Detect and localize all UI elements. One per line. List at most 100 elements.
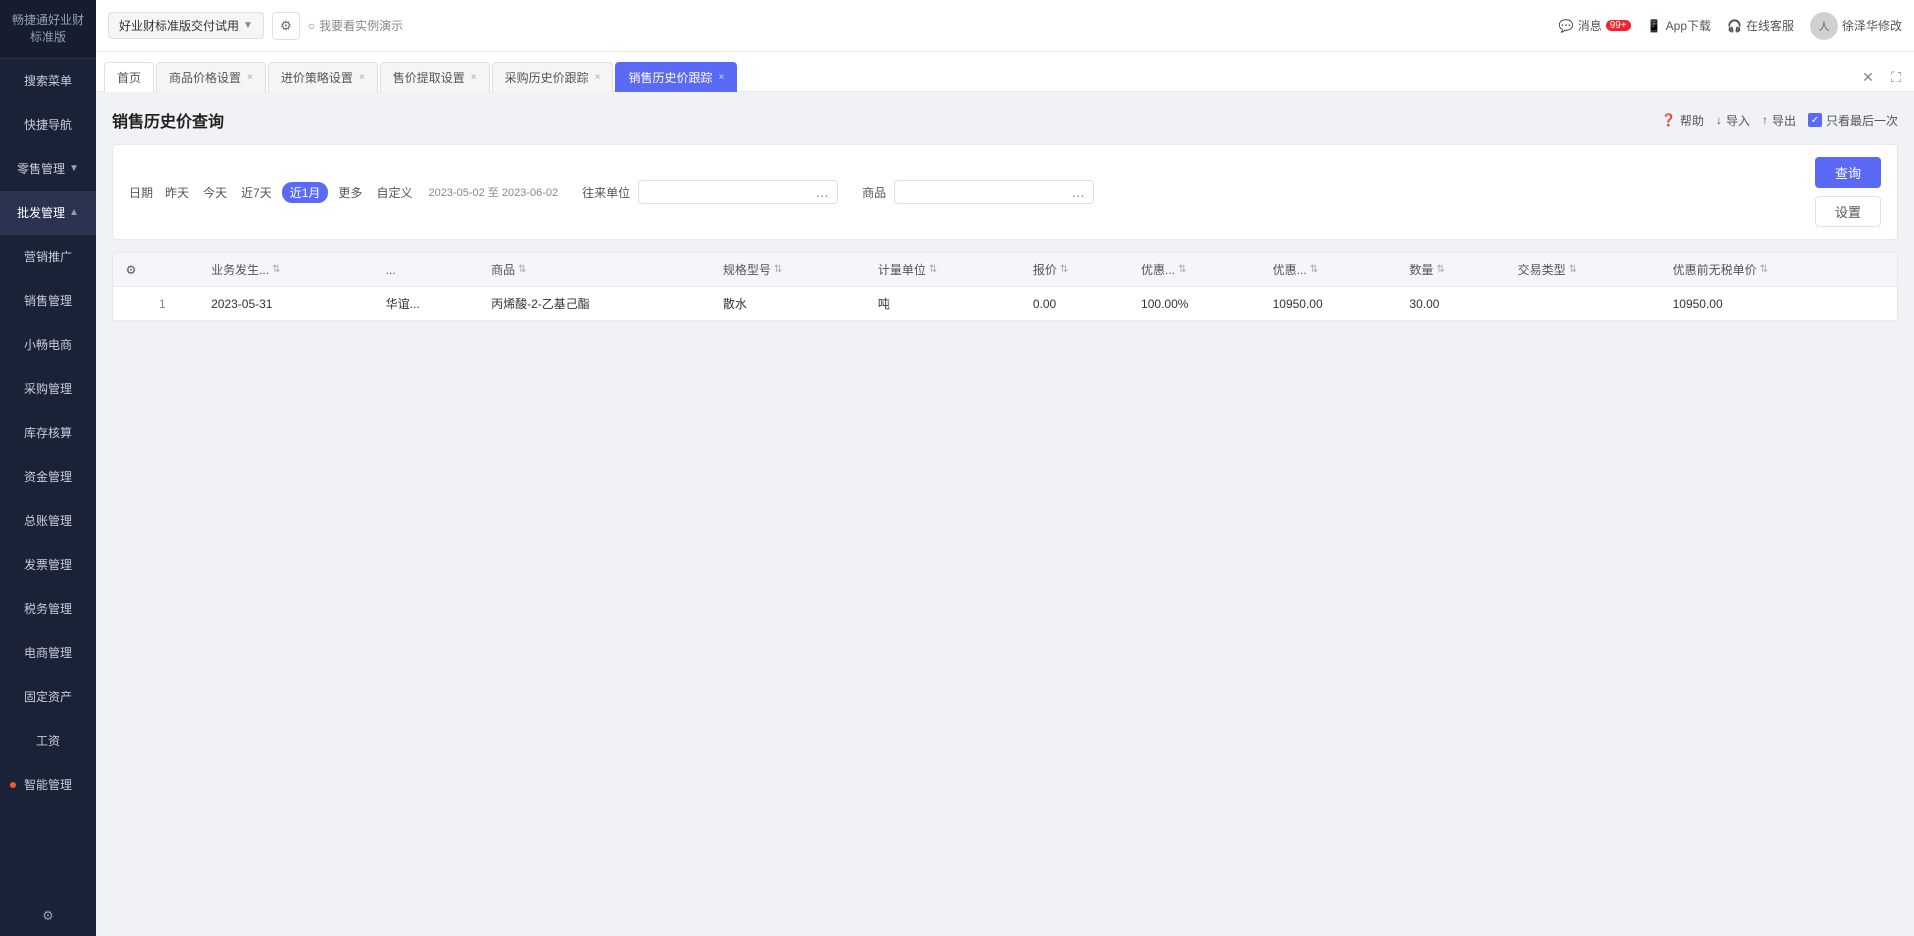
th-unit[interactable]: 计量单位 ⇅ <box>868 253 1023 287</box>
th-more[interactable]: ... <box>376 253 481 287</box>
th-discount-pct[interactable]: 优惠... ⇅ <box>1131 253 1263 287</box>
th-pre-tax-price[interactable]: 优惠前无税单价 ⇅ <box>1663 253 1897 287</box>
th-discount-amt[interactable]: 优惠... ⇅ <box>1263 253 1400 287</box>
sidebar-item-inventory[interactable]: 库存核算 <box>0 411 96 455</box>
sidebar-item-ecommerce[interactable]: 小畅电商 <box>0 323 96 367</box>
topbar-settings-button[interactable]: ⚙ <box>272 12 300 40</box>
sort-icon: ⇅ <box>774 264 782 275</box>
th-qty[interactable]: 数量 ⇅ <box>1399 253 1507 287</box>
close-window-button[interactable]: ✕ <box>1858 67 1878 87</box>
sort-icon: ⇅ <box>1178 264 1186 275</box>
close-icon[interactable]: × <box>471 72 477 83</box>
tab-price[interactable]: 商品价格设置 × <box>156 62 266 92</box>
close-icon[interactable]: × <box>247 72 253 83</box>
data-table: ⚙ 业务发生... ⇅ ... <box>113 253 1897 321</box>
td-price: 0.00 <box>1023 287 1131 321</box>
sidebar-item-ledger[interactable]: 总账管理 <box>0 499 96 543</box>
only-last-label: 只看最后一次 <box>1826 112 1898 129</box>
date-yesterday[interactable]: 昨天 <box>161 182 193 203</box>
product-input[interactable] <box>903 185 1067 199</box>
date-today[interactable]: 今天 <box>199 182 231 203</box>
th-unit-label: 计量单位 <box>878 261 926 278</box>
date-7days[interactable]: 近7天 <box>237 182 276 203</box>
table-header-row: ⚙ 业务发生... ⇅ ... <box>113 253 1897 287</box>
sidebar-item-assets[interactable]: 固定资产 <box>0 675 96 719</box>
export-button[interactable]: ↑ 导出 <box>1762 112 1796 129</box>
tab-sell-extract[interactable]: 售价提取设置 × <box>380 62 490 92</box>
message-label: 消息 <box>1578 17 1602 34</box>
close-icon[interactable]: × <box>595 72 601 83</box>
product-input-box[interactable]: … <box>894 180 1094 204</box>
th-trade-type[interactable]: 交易类型 ⇅ <box>1508 253 1663 287</box>
main-content: 好业财标准版交付试用 ▼ ⚙ ○ 我要看实例演示 💬 消息 99+ 📱 App下… <box>96 0 1914 936</box>
import-button[interactable]: ↓ 导入 <box>1716 112 1750 129</box>
online-service-button[interactable]: 🎧 在线客服 <box>1727 17 1794 34</box>
expand-window-button[interactable]: ⛶ <box>1886 67 1906 87</box>
sort-icon: ⇅ <box>272 264 280 275</box>
tab-home[interactable]: 首页 <box>104 62 154 92</box>
partner-input-box[interactable]: … <box>638 180 838 204</box>
date-custom[interactable]: 自定义 <box>372 182 416 203</box>
th-product[interactable]: 商品 ⇅ <box>481 253 713 287</box>
sidebar-item-ecomm2[interactable]: 电商管理 <box>0 631 96 675</box>
sidebar-item-fund[interactable]: 资金管理 <box>0 455 96 499</box>
sidebar-item-search-menu[interactable]: 搜索菜单 <box>0 59 96 103</box>
sort-icon: ⇅ <box>1310 264 1318 275</box>
sidebar-item-quick-nav[interactable]: 快捷导航 <box>0 103 96 147</box>
headphone-icon: 🎧 <box>1727 19 1742 33</box>
only-last-checkbox[interactable]: ✓ 只看最后一次 <box>1808 112 1898 129</box>
date-label: 日期 <box>129 184 153 201</box>
sidebar-item-retail[interactable]: 零售管理 ▼ <box>0 147 96 191</box>
gear-icon[interactable]: ⚙ <box>126 263 137 277</box>
service-label: 在线客服 <box>1746 17 1794 34</box>
sidebar-item-sales[interactable]: 销售管理 <box>0 279 96 323</box>
page-header: 销售历史价查询 ❓ 帮助 ↓ 导入 ↑ 导出 ✓ 只看最后一次 <box>112 108 1898 132</box>
tab-purchase-strategy[interactable]: 进价策略设置 × <box>268 62 378 92</box>
topbar: 好业财标准版交付试用 ▼ ⚙ ○ 我要看实例演示 💬 消息 99+ 📱 App下… <box>96 0 1914 52</box>
sidebar-item-ai[interactable]: 智能管理 <box>0 763 96 807</box>
search-row: 日期 昨天 今天 近7天 近1月 更多 自定义 2023-05-02 至 202… <box>129 157 1881 227</box>
tab-label: 商品价格设置 <box>169 69 241 86</box>
th-price[interactable]: 报价 ⇅ <box>1023 253 1131 287</box>
th-date[interactable]: 业务发生... ⇅ <box>201 253 376 287</box>
tab-purchase-history[interactable]: 采购历史价跟踪 × <box>492 62 614 92</box>
sidebar-item-invoice[interactable]: 发票管理 <box>0 543 96 587</box>
td-qty: 30.00 <box>1399 287 1507 321</box>
help-button[interactable]: ❓ 帮助 <box>1661 112 1704 129</box>
th-date-label: 业务发生... <box>211 261 269 278</box>
th-spec[interactable]: 规格型号 ⇅ <box>713 253 868 287</box>
close-icon[interactable]: × <box>718 72 724 83</box>
date-1month[interactable]: 近1月 <box>282 182 329 203</box>
product-search-dots[interactable]: … <box>1071 184 1085 200</box>
demo-button[interactable]: ○ 我要看实例演示 <box>308 17 403 34</box>
sidebar-item-salary[interactable]: 工资 <box>0 719 96 763</box>
partner-input[interactable] <box>647 185 811 199</box>
page-actions: ❓ 帮助 ↓ 导入 ↑ 导出 ✓ 只看最后一次 <box>1661 112 1898 129</box>
message-badge: 99+ <box>1606 20 1631 31</box>
user-avatar-button[interactable]: 人 徐泽华修改 <box>1810 12 1902 40</box>
close-icon[interactable]: × <box>359 72 365 83</box>
setting-button[interactable]: 设置 <box>1815 196 1881 227</box>
tab-sales-history[interactable]: 销售历史价跟踪 × <box>615 62 737 92</box>
window-controls: ✕ ⛶ <box>1858 67 1906 91</box>
sidebar-settings-button[interactable]: ⚙ <box>0 896 96 936</box>
partner-search-dots[interactable]: … <box>815 184 829 200</box>
sidebar-item-label: 小畅电商 <box>24 336 72 353</box>
date-filter: 昨天 今天 近7天 近1月 更多 自定义 <box>161 182 416 203</box>
sidebar-item-marketing[interactable]: 营销推广 <box>0 235 96 279</box>
sidebar-item-tax[interactable]: 税务管理 <box>0 587 96 631</box>
help-icon: ❓ <box>1661 113 1676 127</box>
sidebar-item-label: 营销推广 <box>24 248 72 265</box>
message-button[interactable]: 💬 消息 99+ <box>1559 17 1631 34</box>
app-download-button[interactable]: 📱 App下载 <box>1647 17 1711 34</box>
date-more[interactable]: 更多 <box>334 182 366 203</box>
version-selector[interactable]: 好业财标准版交付试用 ▼ <box>108 12 264 39</box>
sidebar-item-label: 采购管理 <box>24 380 72 397</box>
sidebar-item-wholesale[interactable]: 批发管理 ▲ <box>0 191 96 235</box>
th-qty-label: 数量 <box>1409 261 1433 278</box>
partner-field: 往来单位 … <box>582 180 838 204</box>
td-trade-type <box>1508 287 1663 321</box>
sidebar-item-purchase[interactable]: 采购管理 <box>0 367 96 411</box>
tab-label: 售价提取设置 <box>393 69 465 86</box>
query-button[interactable]: 查询 <box>1815 157 1881 188</box>
